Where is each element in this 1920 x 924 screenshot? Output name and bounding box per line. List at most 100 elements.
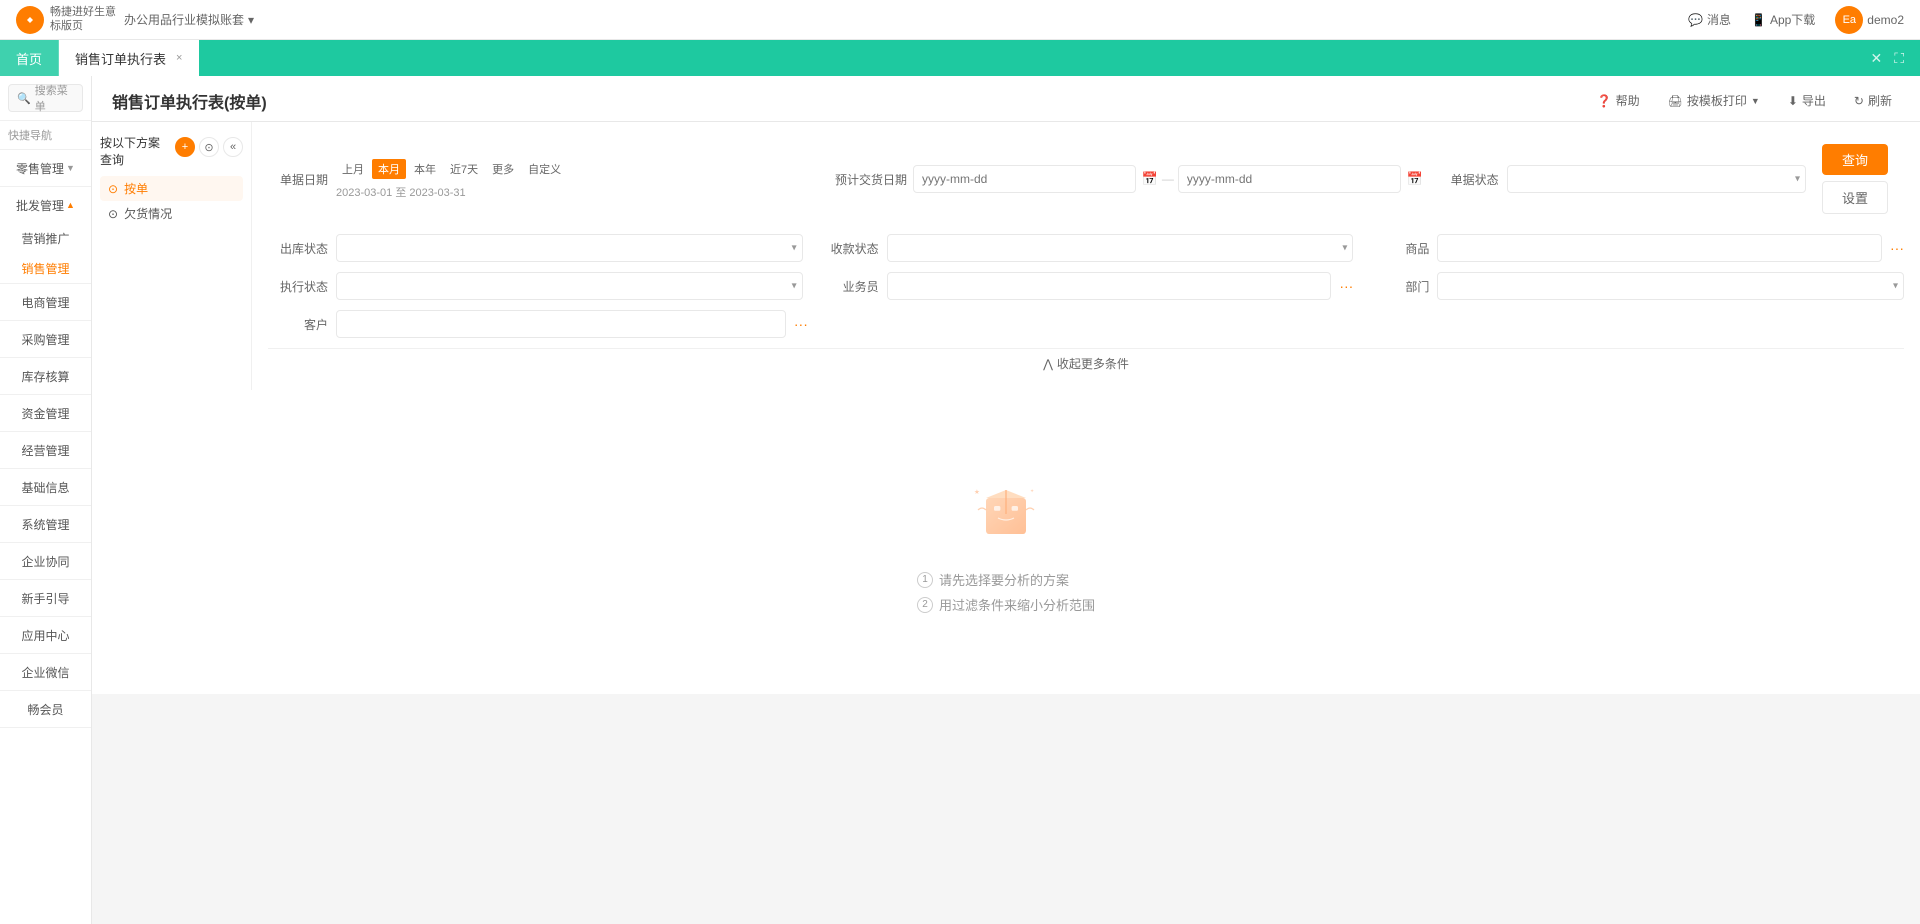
expected-delivery-end[interactable]	[1178, 165, 1401, 193]
sidebar: 🔍 搜索菜单 快捷导航 零售管理 ▼ 批发管理 ▲ 营销推广 销售管理 电商管理	[0, 76, 92, 924]
sidebar-member-section: 畅会员	[0, 691, 91, 728]
date-tab-7days[interactable]: 近7天	[444, 159, 484, 179]
close-window-icon[interactable]: ✕	[1870, 50, 1882, 67]
sidebar-item-inventory[interactable]: 库存核算	[0, 358, 91, 394]
exec-status-select[interactable]	[336, 272, 803, 300]
sidebar-finance-section: 资金管理	[0, 395, 91, 432]
logo-icon	[16, 6, 44, 34]
sidebar-item-finance[interactable]: 资金管理	[0, 395, 91, 431]
add-scheme-button[interactable]: +	[175, 137, 195, 157]
delivery-status-select[interactable]	[336, 234, 803, 262]
query-action-buttons: 查询 设置	[1822, 134, 1904, 224]
collapse-filter-button[interactable]: ⋀ 收起更多条件	[268, 348, 1904, 378]
tab-close-icon[interactable]: ×	[176, 52, 182, 64]
collection-status-select[interactable]	[887, 234, 1354, 262]
tab-bar: 首页 销售订单执行表 × ✕ ⛶	[0, 40, 1920, 76]
scheme-item-order[interactable]: ⊙ 按单	[100, 176, 243, 201]
scheme-active-icon: ⊙	[108, 182, 118, 196]
tab-sales-order[interactable]: 销售订单执行表 ×	[59, 40, 199, 76]
empty-state: ★ ✦ 1 请先选择要分析的方案 2 用过滤条件来缩小分析范围	[92, 390, 1920, 694]
goods-more-icon[interactable]: ···	[1890, 240, 1904, 256]
sidebar-item-enterprise[interactable]: 企业协同	[0, 543, 91, 579]
page-actions: ❓ 帮助 🖨 按模板打印 ▼ ⬇ 导出 ↻ 刷新	[1589, 88, 1900, 113]
sidebar-item-system[interactable]: 系统管理	[0, 506, 91, 542]
download-icon: 📱	[1751, 13, 1766, 27]
maximize-icon[interactable]: ⛶	[1894, 50, 1904, 67]
search-icon: 🔍	[17, 92, 31, 105]
customer-label: 客户	[268, 316, 328, 333]
expected-delivery-start[interactable]	[913, 165, 1136, 193]
app-selector[interactable]: 办公用品行业模拟账套 ▾	[124, 11, 254, 28]
sidebar-item-member[interactable]: 畅会员	[0, 691, 91, 727]
export-icon: ⬇	[1788, 94, 1798, 108]
dept-select-wrap: ▾	[1437, 272, 1904, 300]
collection-status-select-wrap: ▾	[887, 234, 1354, 262]
sidebar-newbie-section: 新手引导	[0, 580, 91, 617]
collapse-icon: ⋀	[1043, 357, 1053, 371]
message-button[interactable]: 💬 消息	[1688, 11, 1731, 28]
dept-select[interactable]	[1437, 272, 1904, 300]
salesman-input[interactable]	[887, 272, 1332, 300]
calendar-end-icon[interactable]: 📅	[1407, 171, 1423, 187]
date-tab-this-year[interactable]: 本年	[408, 159, 442, 179]
sidebar-item-purchase[interactable]: 采购管理	[0, 321, 91, 357]
date-tab-group: 上月 本月 本年 近7天 更多 自定义	[336, 159, 819, 179]
date-tab-last-month[interactable]: 上月	[336, 159, 370, 179]
search-button[interactable]: 🔍 搜索菜单	[8, 84, 83, 112]
setting-button[interactable]: 设置	[1822, 181, 1888, 214]
refresh-button[interactable]: ↻ 刷新	[1846, 88, 1900, 113]
date-tab-current-month[interactable]: 本月	[372, 159, 406, 179]
refresh-icon: ↻	[1854, 94, 1864, 108]
sidebar-item-operation[interactable]: 经营管理	[0, 432, 91, 468]
dept-label: 部门	[1369, 278, 1429, 295]
export-button[interactable]: ⬇ 导出	[1780, 88, 1834, 113]
scheme-inactive-icon: ⊙	[108, 207, 118, 221]
help-button[interactable]: ❓ 帮助	[1589, 88, 1648, 113]
sidebar-item-wechat[interactable]: 企业微信	[0, 654, 91, 690]
sidebar-item-basic[interactable]: 基础信息	[0, 469, 91, 505]
filter-row-2: 出库状态 ▾ 收款状态	[268, 234, 1904, 262]
goods-label: 商品	[1369, 240, 1429, 257]
date-tab-custom[interactable]: 自定义	[522, 159, 567, 179]
sidebar-item-newbie[interactable]: 新手引导	[0, 580, 91, 616]
logo-area: 畅捷进好生意 标版页	[16, 6, 116, 34]
sidebar-item-ecommerce[interactable]: 电商管理	[0, 284, 91, 320]
quick-nav-section: 快捷导航	[0, 121, 91, 150]
app-download-button[interactable]: 📱 App下载	[1751, 11, 1815, 28]
filter-scheme-title: 按以下方案查询 + ⊙ «	[100, 134, 243, 168]
print-chevron-icon: ▼	[1751, 96, 1760, 106]
expected-delivery-field: 预计交货日期 📅 — 📅	[835, 165, 1423, 193]
delivery-status-field: 出库状态 ▾	[268, 234, 803, 262]
sidebar-item-marketing[interactable]: 营销推广	[0, 223, 91, 253]
date-tab-more[interactable]: 更多	[486, 159, 520, 179]
customer-more-icon[interactable]: ···	[794, 316, 808, 332]
calendar-start-icon[interactable]: 📅	[1142, 171, 1158, 187]
sidebar-system-section: 系统管理	[0, 506, 91, 543]
scheme-item-shortage[interactable]: ⊙ 欠货情况	[100, 201, 243, 226]
filter-row-4: 客户 ···	[268, 310, 1904, 338]
expand-icon: ▼	[66, 163, 75, 173]
sidebar-item-wholesale[interactable]: 批发管理 ▲	[0, 187, 91, 223]
sidebar-search-area: 🔍 搜索菜单	[0, 76, 91, 121]
salesman-more-icon[interactable]: ···	[1339, 278, 1353, 294]
empty-illustration: ★ ✦	[966, 470, 1046, 550]
empty-tip-1: 1 请先选择要分析的方案	[917, 570, 1095, 589]
expected-delivery-range: 📅 — 📅	[913, 165, 1423, 193]
sidebar-item-sales[interactable]: 销售管理	[0, 253, 91, 283]
goods-input[interactable]	[1437, 234, 1882, 262]
salesman-field: 业务员 ···	[819, 272, 1354, 300]
template-print-button[interactable]: 🖨 按模板打印 ▼	[1660, 88, 1768, 113]
bill-date-field: 单据日期 上月 本月 本年 近7天 更多 自定义 2023-03-01 至 20…	[268, 159, 819, 200]
message-icon: 💬	[1688, 13, 1703, 27]
bill-status-select[interactable]	[1507, 165, 1806, 193]
edit-scheme-button[interactable]: ⊙	[199, 137, 219, 157]
dept-field: 部门 ▾	[1369, 272, 1904, 300]
sidebar-item-retail[interactable]: 零售管理 ▼	[0, 150, 91, 186]
tab-home[interactable]: 首页	[0, 40, 59, 76]
sidebar-item-app[interactable]: 应用中心	[0, 617, 91, 653]
collapse-scheme-button[interactable]: «	[223, 137, 243, 157]
sidebar-retail-section: 零售管理 ▼	[0, 150, 91, 187]
customer-input[interactable]	[336, 310, 786, 338]
user-info[interactable]: Ea demo2	[1835, 6, 1904, 34]
query-button[interactable]: 查询	[1822, 144, 1888, 175]
